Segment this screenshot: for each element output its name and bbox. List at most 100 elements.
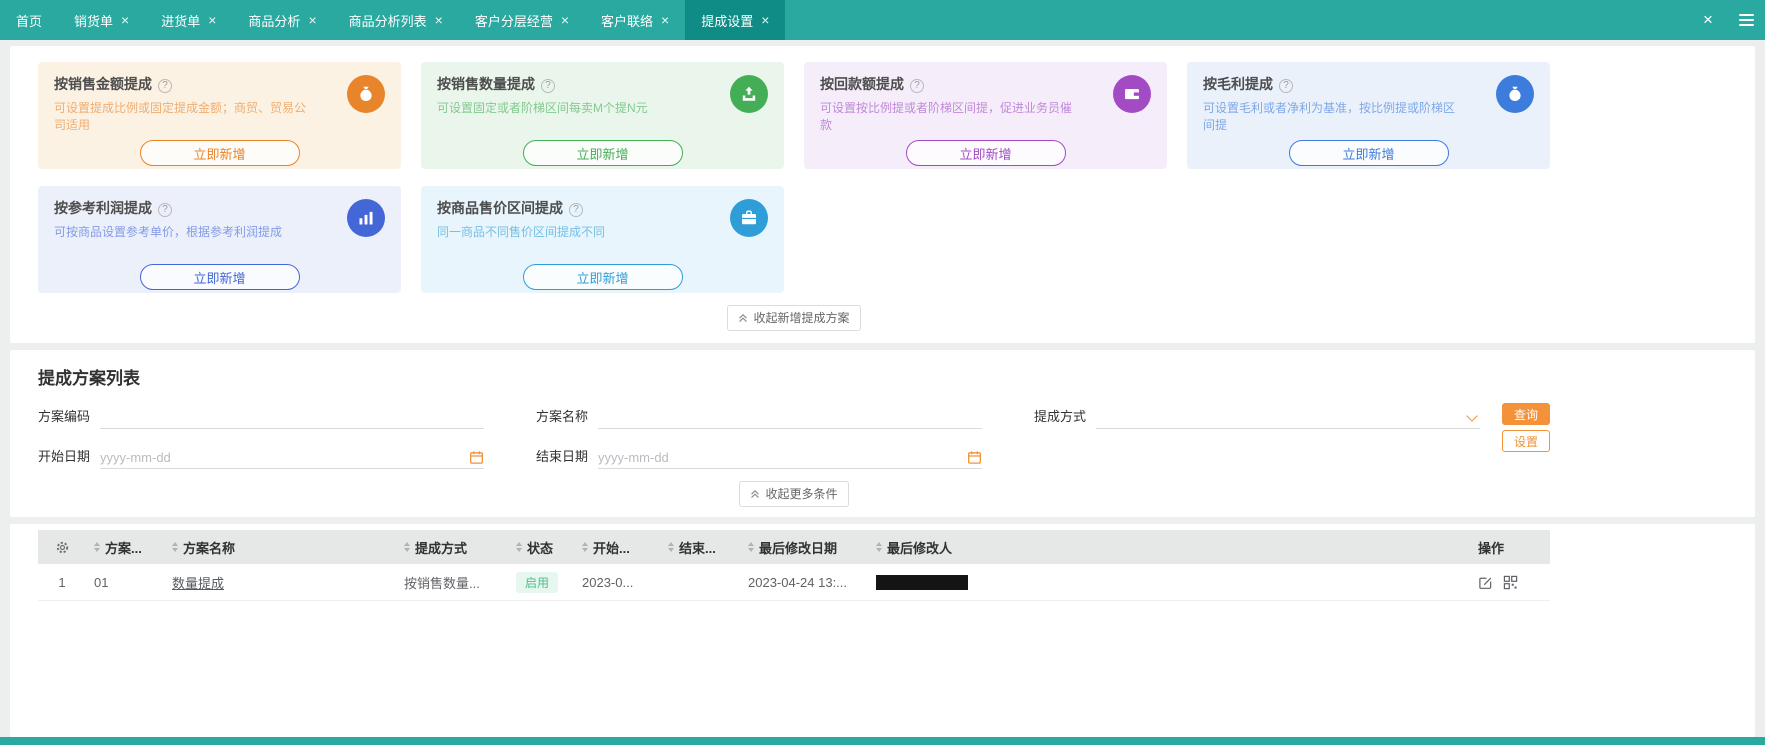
plan-code-field: 方案编码 <box>38 403 484 429</box>
tab-purchase-invoice[interactable]: 进货单 × <box>145 0 232 40</box>
qrcode-icon[interactable] <box>1503 575 1518 590</box>
collapse-label: 收起更多条件 <box>765 487 838 501</box>
header-end-date[interactable]: 结束... <box>660 538 740 557</box>
tab-product-analysis-list[interactable]: 商品分析列表 × <box>333 0 459 40</box>
add-now-button[interactable]: 立即新增 <box>1288 140 1449 166</box>
commission-method-input[interactable] <box>1096 407 1480 428</box>
card-title: 按参考利润提成 <box>54 200 152 216</box>
tab-menu-icon[interactable] <box>1727 0 1765 40</box>
filter-area: 方案编码 方案名称 提成方式 开始日期 yyyy-mm-dd 结束日期 yyyy… <box>38 403 1550 469</box>
tab-label: 客户联络 <box>601 13 654 29</box>
header-modified-by[interactable]: 最后修改人 <box>868 538 1470 557</box>
plan-name-input[interactable] <box>598 407 982 428</box>
tab-commission-settings[interactable]: 提成设置 × <box>685 0 786 40</box>
end-date-input[interactable] <box>598 447 982 468</box>
tab-product-analysis[interactable]: 商品分析 × <box>232 0 332 40</box>
tab-label: 销货单 <box>74 13 114 29</box>
header-start-date[interactable]: 开始... <box>574 538 660 557</box>
plan-list-panel: 提成方案列表 方案编码 方案名称 提成方式 开始日期 yyyy-mm-dd 结束… <box>10 350 1755 517</box>
header-label: 最后修改日期 <box>759 540 838 556</box>
settings-button[interactable]: 设置 <box>1502 430 1550 452</box>
header-modified-date[interactable]: 最后修改日期 <box>740 538 868 557</box>
commission-cards-panel: 按销售金额提成? 可设置提成比例或固定提成金额；商贸、贸易公司适用 立即新增 按… <box>10 46 1755 343</box>
close-icon[interactable]: × <box>661 13 669 27</box>
column-settings-button[interactable] <box>38 540 86 555</box>
plan-name-field: 方案名称 <box>536 403 982 429</box>
info-icon[interactable]: ? <box>541 79 555 93</box>
tab-label: 商品分析 <box>248 13 301 29</box>
tab-customer-contact[interactable]: 客户联络 × <box>585 0 685 40</box>
cards-grid: 按销售金额提成? 可设置提成比例或固定提成金额；商贸、贸易公司适用 立即新增 按… <box>38 62 1550 293</box>
double-chevron-up-icon <box>739 313 748 322</box>
close-icon[interactable]: × <box>761 13 769 27</box>
tab-label: 客户分层经营 <box>474 13 553 29</box>
tab-home[interactable]: 首页 <box>0 0 58 40</box>
plan-name-link[interactable]: 数量提成 <box>172 573 224 592</box>
add-now-button[interactable]: 立即新增 <box>522 264 683 290</box>
header-label: 结束... <box>679 540 716 556</box>
sort-icon <box>404 542 410 552</box>
status-badge: 启用 <box>516 571 559 593</box>
sort-icon <box>94 542 100 552</box>
main-area: 按销售金额提成? 可设置提成比例或固定提成金额；商贸、贸易公司适用 立即新增 按… <box>10 46 1755 737</box>
plan-code-input[interactable] <box>100 407 484 428</box>
header-label: 方案... <box>105 540 142 556</box>
search-button[interactable]: 查询 <box>1502 403 1550 425</box>
bar-chart-icon <box>347 199 385 237</box>
info-icon[interactable]: ? <box>1279 79 1293 93</box>
header-label: 方案名称 <box>183 540 236 556</box>
close-icon[interactable]: × <box>308 13 316 27</box>
info-icon[interactable]: ? <box>910 79 924 93</box>
plan-code-label: 方案编码 <box>38 409 91 424</box>
close-icon[interactable]: × <box>561 13 569 27</box>
close-icon[interactable]: × <box>435 13 443 27</box>
briefcase-icon <box>730 199 768 237</box>
add-now-button[interactable]: 立即新增 <box>522 140 683 166</box>
commission-method-select[interactable] <box>1096 407 1480 429</box>
start-date-input[interactable] <box>100 447 484 468</box>
sort-icon <box>172 542 178 552</box>
upload-box-icon <box>730 75 768 113</box>
money-pouch-icon <box>1496 75 1534 113</box>
bottom-accent-bar <box>0 737 1765 745</box>
header-label: 状态 <box>527 540 554 556</box>
header-plan-name[interactable]: 方案名称 <box>164 538 396 557</box>
plan-table: 方案... 方案名称 提成方式 状态 开始... 结束... 最后修改日期 最后… <box>38 530 1550 601</box>
commission-method-field: 提成方式 <box>1034 403 1480 429</box>
header-actions: 操作 <box>1470 538 1550 557</box>
sort-icon <box>582 542 588 552</box>
filter-buttons: 查询 设置 <box>1502 403 1550 452</box>
header-status[interactable]: 状态 <box>508 538 574 557</box>
header-plan-code[interactable]: 方案... <box>86 538 164 557</box>
add-now-button[interactable]: 立即新增 <box>139 140 300 166</box>
wallet-icon <box>1113 75 1151 113</box>
row-start-date: 2023-0... <box>582 574 634 590</box>
close-icon[interactable]: × <box>121 13 129 27</box>
start-date-field: 开始日期 <box>38 443 484 469</box>
card-price-range-commission: 按商品售价区间提成? 同一商品不同售价区间提成不同 立即新增 <box>421 186 784 293</box>
info-icon[interactable]: ? <box>158 203 172 217</box>
info-icon[interactable]: ? <box>158 79 172 93</box>
tab-sales-invoice[interactable]: 销货单 × <box>58 0 145 40</box>
collapse-new-plans-button[interactable]: 收起新增提成方案 <box>727 305 861 331</box>
collapse-more-filters-button[interactable]: 收起更多条件 <box>739 481 849 507</box>
add-now-button[interactable]: 立即新增 <box>905 140 1066 166</box>
card-gross-profit-commission: 按毛利提成? 可设置毛利或者净利为基准，按比例提或阶梯区间提 立即新增 <box>1187 62 1550 169</box>
tab-customer-segmentation[interactable]: 客户分层经营 × <box>459 0 585 40</box>
calendar-icon[interactable] <box>967 450 982 465</box>
sort-icon <box>668 542 674 552</box>
card-title: 按回款额提成 <box>820 76 904 92</box>
card-description: 可按商品设置参考单价，根据参考利润提成 <box>54 225 283 239</box>
double-chevron-up-icon <box>751 489 760 498</box>
card-description: 可设置固定或者阶梯区间每卖M个提N元 <box>437 101 648 115</box>
close-all-tabs-icon[interactable]: × <box>1689 0 1727 40</box>
header-commission-method[interactable]: 提成方式 <box>396 538 508 557</box>
info-icon[interactable]: ? <box>569 203 583 217</box>
card-title: 按销售金额提成 <box>54 76 152 92</box>
table-row[interactable]: 1 01 数量提成 按销售数量... 启用 2023-0... 2023-04-… <box>38 564 1550 601</box>
row-commission-method: 按销售数量... <box>404 575 480 591</box>
calendar-icon[interactable] <box>469 450 484 465</box>
add-now-button[interactable]: 立即新增 <box>139 264 300 290</box>
edit-icon[interactable] <box>1478 575 1493 590</box>
close-icon[interactable]: × <box>208 13 216 27</box>
